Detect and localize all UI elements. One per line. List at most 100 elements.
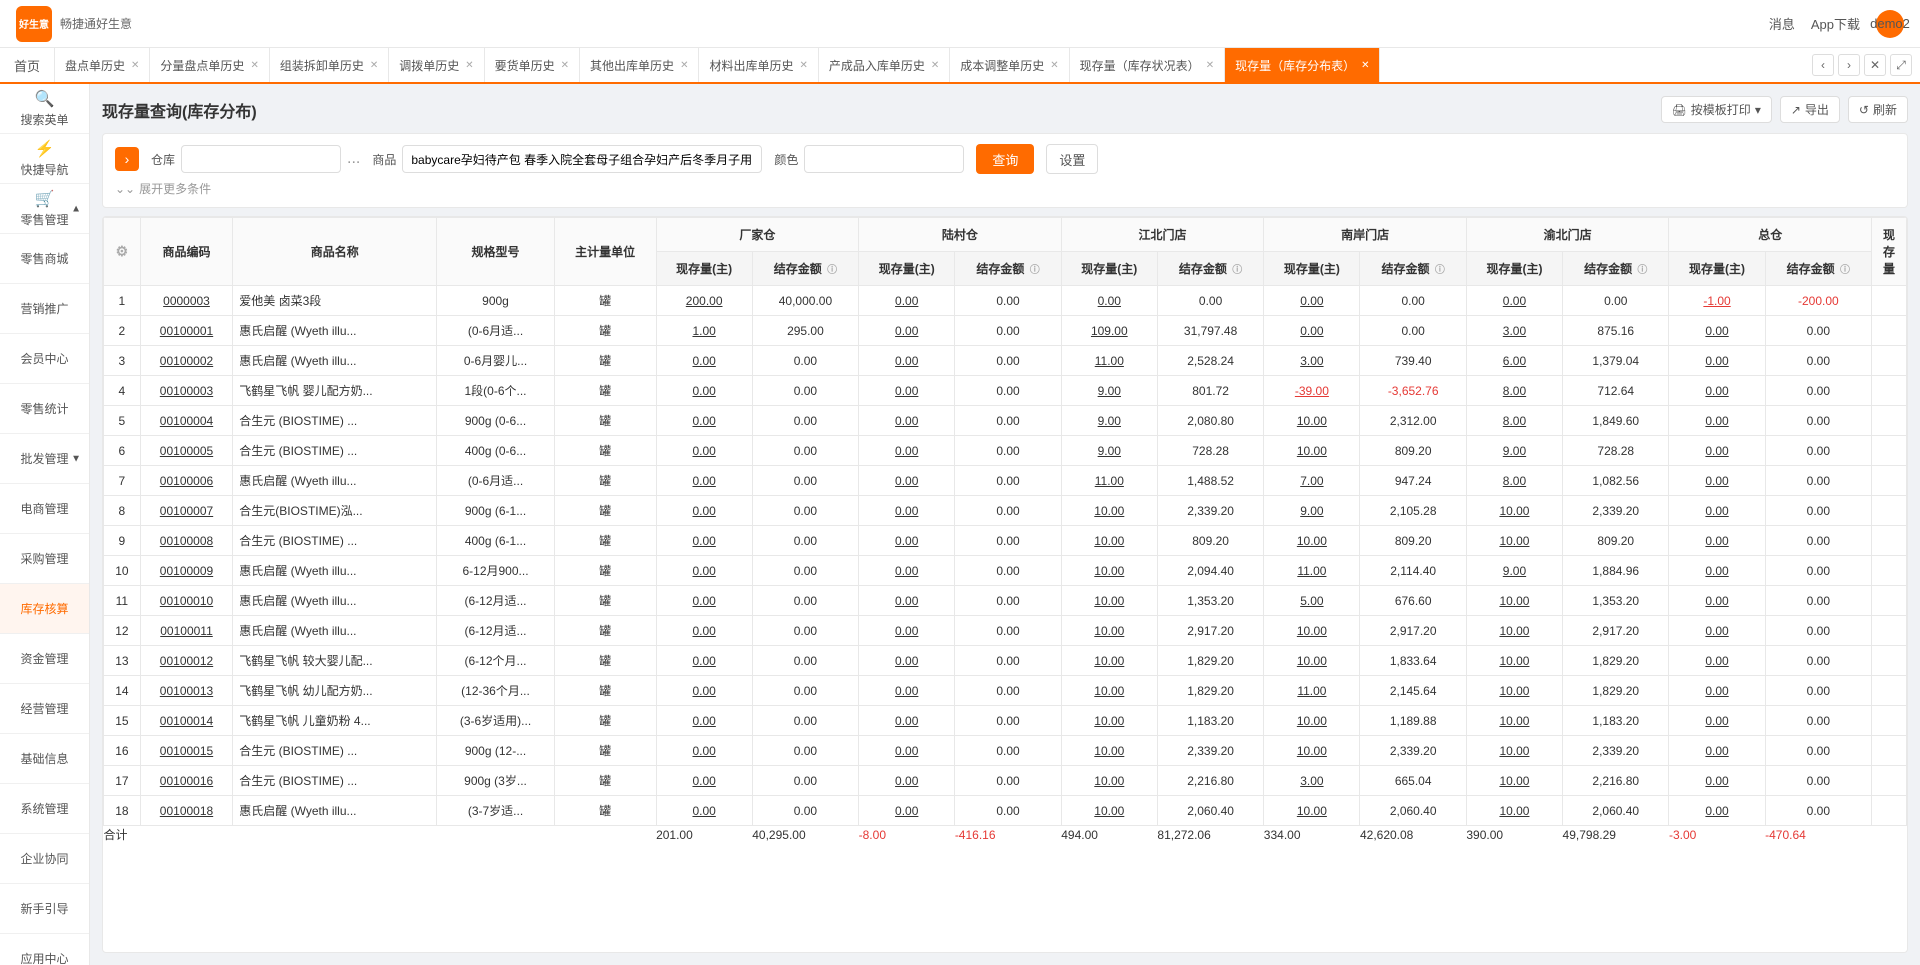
cell-total-qty[interactable]: 0.00 [1669,346,1765,376]
cell-jb-qty[interactable]: 9.00 [1061,436,1157,466]
cell-l-qty[interactable]: 0.00 [859,586,955,616]
cell-na-qty[interactable]: 3.00 [1264,346,1360,376]
tab-close-inventory-single[interactable]: ✕ [131,60,139,71]
cell-code[interactable]: 00100011 [140,616,233,646]
cell-jb-qty[interactable]: 10.00 [1061,796,1157,826]
info-icon-6[interactable]: ⓘ [1840,261,1850,276]
tab-close-allocation[interactable]: ✕ [465,60,473,71]
cell-total-qty[interactable]: 0.00 [1669,616,1765,646]
cell-l-qty[interactable]: 0.00 [859,406,955,436]
cell-jb-qty[interactable]: 10.00 [1061,706,1157,736]
sidebar-item-member[interactable]: 会员中心 [0,334,89,384]
expand-conditions-btn[interactable]: ⌄⌄ 展开更多条件 [115,180,1895,197]
cell-f-qty[interactable]: 0.00 [656,796,752,826]
cell-yb-qty[interactable]: 10.00 [1466,526,1562,556]
cell-yb-qty[interactable]: 10.00 [1466,646,1562,676]
cell-total-qty[interactable]: 0.00 [1669,496,1765,526]
cell-yb-qty[interactable]: 10.00 [1466,766,1562,796]
cell-l-qty[interactable]: 0.00 [859,286,955,316]
tab-other-out[interactable]: 其他出库单历史 ✕ [580,48,699,83]
cell-total-qty[interactable]: 0.00 [1669,316,1765,346]
tab-home[interactable]: 首页 [0,48,55,83]
cell-f-qty[interactable]: 0.00 [656,736,752,766]
product-input[interactable] [402,145,762,173]
sidebar-item-inventory[interactable]: 库存核算 [0,584,89,634]
cell-code[interactable]: 00100009 [140,556,233,586]
sidebar-item-shortcut[interactable]: ⚡ 快捷导航 [0,134,89,184]
sidebar-item-collab[interactable]: 企业协同 [0,834,89,884]
message-btn[interactable]: 消息 [1769,14,1795,33]
warehouse-dots-btn[interactable]: ... [347,150,360,168]
tab-cost-adjust[interactable]: 成本调整单历史 ✕ [950,48,1069,83]
sidebar-item-search[interactable]: 🔍 搜索英单 [0,84,89,134]
cell-jb-qty[interactable]: 10.00 [1061,736,1157,766]
cell-code[interactable]: 00100006 [140,466,233,496]
cell-code[interactable]: 00100007 [140,496,233,526]
gear-icon[interactable]: ⚙ [116,243,129,259]
tab-prev-btn[interactable]: ‹ [1812,54,1834,76]
tab-allocation[interactable]: 调拨单历史 ✕ [389,48,484,83]
cell-f-qty[interactable]: 0.00 [656,706,752,736]
cell-jb-qty[interactable]: 0.00 [1061,286,1157,316]
cell-f-qty[interactable]: 0.00 [656,406,752,436]
cell-jb-qty[interactable]: 10.00 [1061,646,1157,676]
cell-na-qty[interactable]: 9.00 [1264,496,1360,526]
tab-stock-status[interactable]: 现存量（库存状况表） ✕ [1070,48,1225,83]
sidebar-item-wholesale[interactable]: 批发管理 ▼ [0,434,89,484]
tab-assembly[interactable]: 组装拆卸单历史 ✕ [270,48,389,83]
cell-jb-qty[interactable]: 10.00 [1061,526,1157,556]
sidebar-item-retail-stats[interactable]: 零售统计 [0,384,89,434]
cell-code[interactable]: 00100015 [140,736,233,766]
cell-yb-qty[interactable]: 8.00 [1466,406,1562,436]
info-icon-4[interactable]: ⓘ [1435,261,1445,276]
cell-l-qty[interactable]: 0.00 [859,766,955,796]
cell-na-qty[interactable]: 0.00 [1264,316,1360,346]
cell-na-qty[interactable]: 10.00 [1264,646,1360,676]
cell-code[interactable]: 00100013 [140,676,233,706]
cell-total-qty[interactable]: -1.00 [1669,286,1765,316]
cell-total-qty[interactable]: 0.00 [1669,766,1765,796]
cell-total-qty[interactable]: 0.00 [1669,406,1765,436]
cell-jb-qty[interactable]: 9.00 [1061,376,1157,406]
tab-close-branch[interactable]: ✕ [250,60,258,71]
cell-na-qty[interactable]: 10.00 [1264,706,1360,736]
tab-material-out[interactable]: 材料出库单历史 ✕ [699,48,818,83]
cell-l-qty[interactable]: 0.00 [859,466,955,496]
refresh-btn[interactable]: ↺ 刷新 [1848,96,1908,123]
cell-total-qty[interactable]: 0.00 [1669,586,1765,616]
cell-jb-qty[interactable]: 10.00 [1061,496,1157,526]
cell-f-qty[interactable]: 200.00 [656,286,752,316]
cell-na-qty[interactable]: -39.00 [1264,376,1360,406]
tab-close-assembly[interactable]: ✕ [370,60,378,71]
tab-close-purchase-req[interactable]: ✕ [561,60,569,71]
cell-code[interactable]: 00100008 [140,526,233,556]
cell-l-qty[interactable]: 0.00 [859,556,955,586]
avatar[interactable]: demo2 [1876,10,1904,38]
cell-yb-qty[interactable]: 10.00 [1466,796,1562,826]
cell-yb-qty[interactable]: 0.00 [1466,286,1562,316]
app-download-btn[interactable]: App下载 [1811,14,1860,33]
cell-f-qty[interactable]: 0.00 [656,376,752,406]
cell-l-qty[interactable]: 0.00 [859,496,955,526]
tab-close-other-out[interactable]: ✕ [680,60,688,71]
cell-total-qty[interactable]: 0.00 [1669,556,1765,586]
sidebar-item-system[interactable]: 系统管理 [0,784,89,834]
sidebar-item-marketing[interactable]: 营销推广 [0,284,89,334]
cell-l-qty[interactable]: 0.00 [859,676,955,706]
cell-na-qty[interactable]: 0.00 [1264,286,1360,316]
sidebar-item-retail-store[interactable]: 零售商城 [0,234,89,284]
cell-l-qty[interactable]: 0.00 [859,736,955,766]
cell-yb-qty[interactable]: 9.00 [1466,556,1562,586]
sidebar-item-purchase[interactable]: 采购管理 [0,534,89,584]
cell-jb-qty[interactable]: 10.00 [1061,676,1157,706]
cell-na-qty[interactable]: 10.00 [1264,526,1360,556]
cell-total-qty[interactable]: 0.00 [1669,706,1765,736]
cell-code[interactable]: 00100002 [140,346,233,376]
cell-jb-qty[interactable]: 10.00 [1061,616,1157,646]
cell-code[interactable]: 00100001 [140,316,233,346]
cell-jb-qty[interactable]: 10.00 [1061,556,1157,586]
sidebar-item-apps[interactable]: 应用中心 [0,934,89,965]
sidebar-item-finance[interactable]: 资金管理 [0,634,89,684]
cell-na-qty[interactable]: 5.00 [1264,586,1360,616]
cell-na-qty[interactable]: 10.00 [1264,616,1360,646]
